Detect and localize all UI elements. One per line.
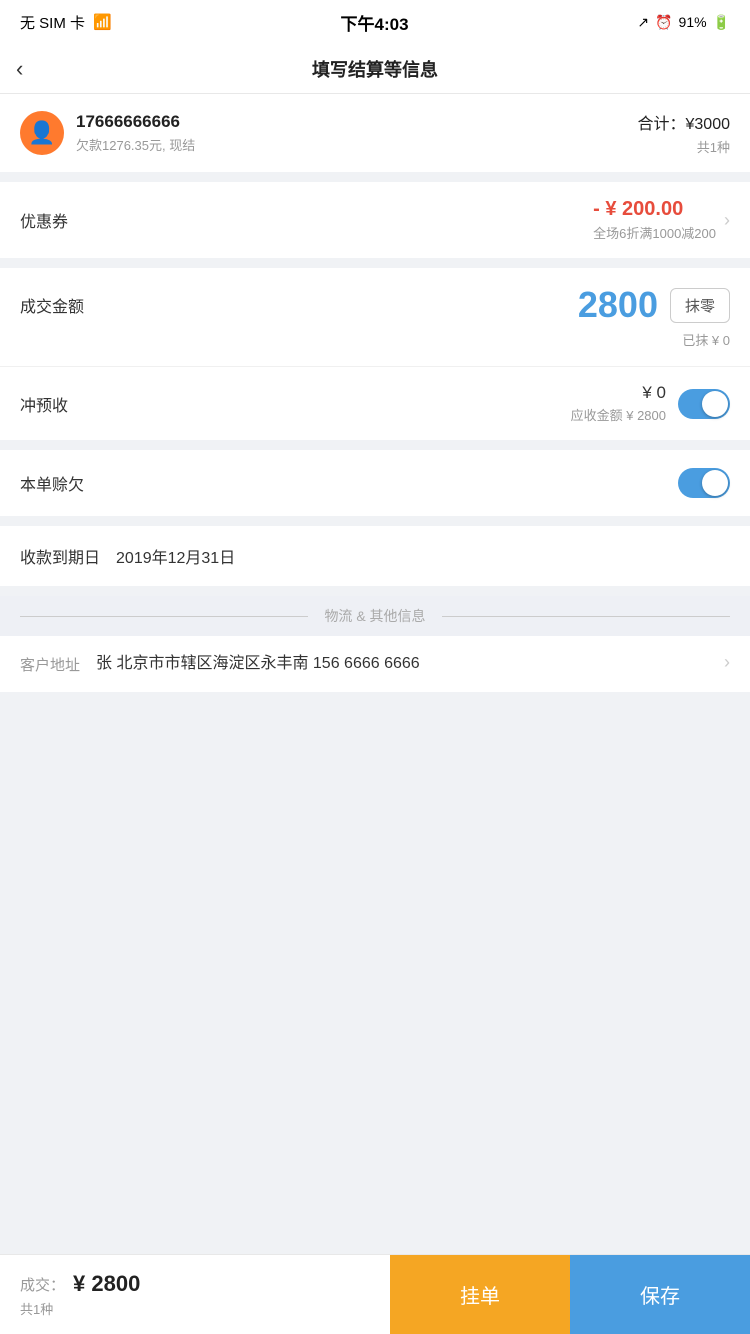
debt-section: 本单赊欠: [0, 450, 750, 516]
user-details: 17666666666 欠款1276.35元, 现结: [76, 112, 195, 154]
no-sim-text: 无 SIM 卡: [20, 12, 85, 33]
due-date-section: 收款到期日 2019年12月31日: [0, 526, 750, 586]
due-date-label: 收款到期日: [20, 544, 100, 568]
total-count: 共1种: [638, 137, 731, 156]
separator-1: [0, 258, 750, 268]
deal-amount-section: 成交金额 2800 抹零 已抹 ¥ 0: [0, 268, 750, 366]
deal-sub-text: 已抹 ¥ 0: [682, 333, 730, 348]
divider-text: 物流 & 其他信息: [324, 606, 425, 626]
user-subtitle: 欠款1276.35元, 现结: [76, 135, 195, 154]
status-left: 无 SIM 卡 📶: [20, 12, 112, 33]
extra-space: [0, 702, 750, 862]
page-title: 填写结算等信息: [312, 56, 438, 82]
address-chevron: ›: [724, 652, 730, 673]
divider-line-left: [20, 616, 308, 617]
back-button[interactable]: ‹: [16, 56, 23, 82]
total-amount: 合计：¥3000: [638, 110, 731, 134]
avatar: 👤: [20, 111, 64, 155]
address-label: 客户地址: [20, 652, 80, 675]
deal-amount-value: 2800: [578, 284, 658, 326]
user-right: 合计：¥3000 共1种: [638, 110, 731, 156]
prepay-right: ¥ 0 应收金额 ¥ 2800: [571, 383, 730, 424]
address-value: 张 北京市市辖区海淀区永丰南 156 6666 6666: [96, 652, 724, 676]
coupon-right: - ¥ 200.00 全场6折满1000减200 ›: [593, 198, 730, 242]
bottom-deal-row: 成交： ¥ 2800: [20, 1271, 370, 1297]
coupon-sub-value: 全场6折满1000减200: [593, 223, 716, 242]
due-date-value: 2019年12月31日: [116, 544, 235, 568]
status-right: ↗ ⏰ 91% 🔋: [637, 14, 730, 31]
deal-right: 2800 抹零: [578, 284, 730, 326]
bottom-btn-group: 挂单 保存: [390, 1255, 750, 1334]
coupon-value-area: - ¥ 200.00 全场6折满1000减200: [593, 198, 716, 242]
status-time: 下午4:03: [341, 10, 409, 35]
prepay-section: 冲预收 ¥ 0 应收金额 ¥ 2800: [0, 366, 750, 440]
status-bar: 无 SIM 卡 📶 下午4:03 ↗ ⏰ 91% 🔋: [0, 0, 750, 44]
round-zero-button[interactable]: 抹零: [670, 288, 730, 323]
address-section[interactable]: 客户地址 张 北京市市辖区海淀区永丰南 156 6666 6666 ›: [0, 636, 750, 692]
prepay-sub: 应收金额 ¥ 2800: [571, 405, 666, 424]
bottom-deal-label: 成交：: [20, 1274, 65, 1295]
deal-amount-label: 成交金额: [20, 293, 84, 317]
content-area: 👤 17666666666 欠款1276.35元, 现结 合计：¥3000 共1…: [0, 94, 750, 942]
prepay-amount: ¥ 0: [571, 383, 666, 403]
prepay-value-area: ¥ 0 应收金额 ¥ 2800: [571, 383, 666, 424]
prepay-toggle[interactable]: [678, 389, 730, 419]
user-left: 👤 17666666666 欠款1276.35元, 现结: [20, 111, 195, 155]
location-icon: ↗: [637, 14, 649, 31]
bottom-bar: 成交： ¥ 2800 共1种 挂单 保存: [0, 1254, 750, 1334]
battery-icon: 🔋: [713, 14, 730, 31]
bottom-count: 共1种: [20, 1299, 370, 1318]
coupon-chevron: ›: [724, 210, 730, 231]
avatar-icon: 👤: [28, 120, 55, 146]
bottom-info: 成交： ¥ 2800 共1种: [0, 1271, 390, 1318]
debt-toggle[interactable]: [678, 468, 730, 498]
coupon-label: 优惠券: [20, 208, 68, 232]
wifi-icon: 📶: [93, 13, 112, 31]
coupon-row[interactable]: 优惠券 - ¥ 200.00 全场6折满1000减200 ›: [0, 182, 750, 258]
user-phone: 17666666666: [76, 112, 195, 132]
user-info-card: 👤 17666666666 欠款1276.35元, 现结 合计：¥3000 共1…: [0, 94, 750, 172]
coupon-value: - ¥ 200.00: [593, 198, 716, 221]
bottom-deal-amount: ¥ 2800: [73, 1271, 140, 1297]
save-button[interactable]: 保存: [570, 1255, 750, 1334]
debt-label: 本单赊欠: [20, 471, 84, 495]
separator-2: [0, 440, 750, 450]
divider-line-right: [442, 616, 730, 617]
logistics-divider: 物流 & 其他信息: [0, 596, 750, 636]
battery-text: 91%: [679, 14, 707, 30]
alarm-icon: ⏰: [655, 14, 672, 31]
nav-bar: ‹ 填写结算等信息: [0, 44, 750, 94]
hang-order-button[interactable]: 挂单: [390, 1255, 570, 1334]
prepay-label: 冲预收: [20, 392, 68, 416]
